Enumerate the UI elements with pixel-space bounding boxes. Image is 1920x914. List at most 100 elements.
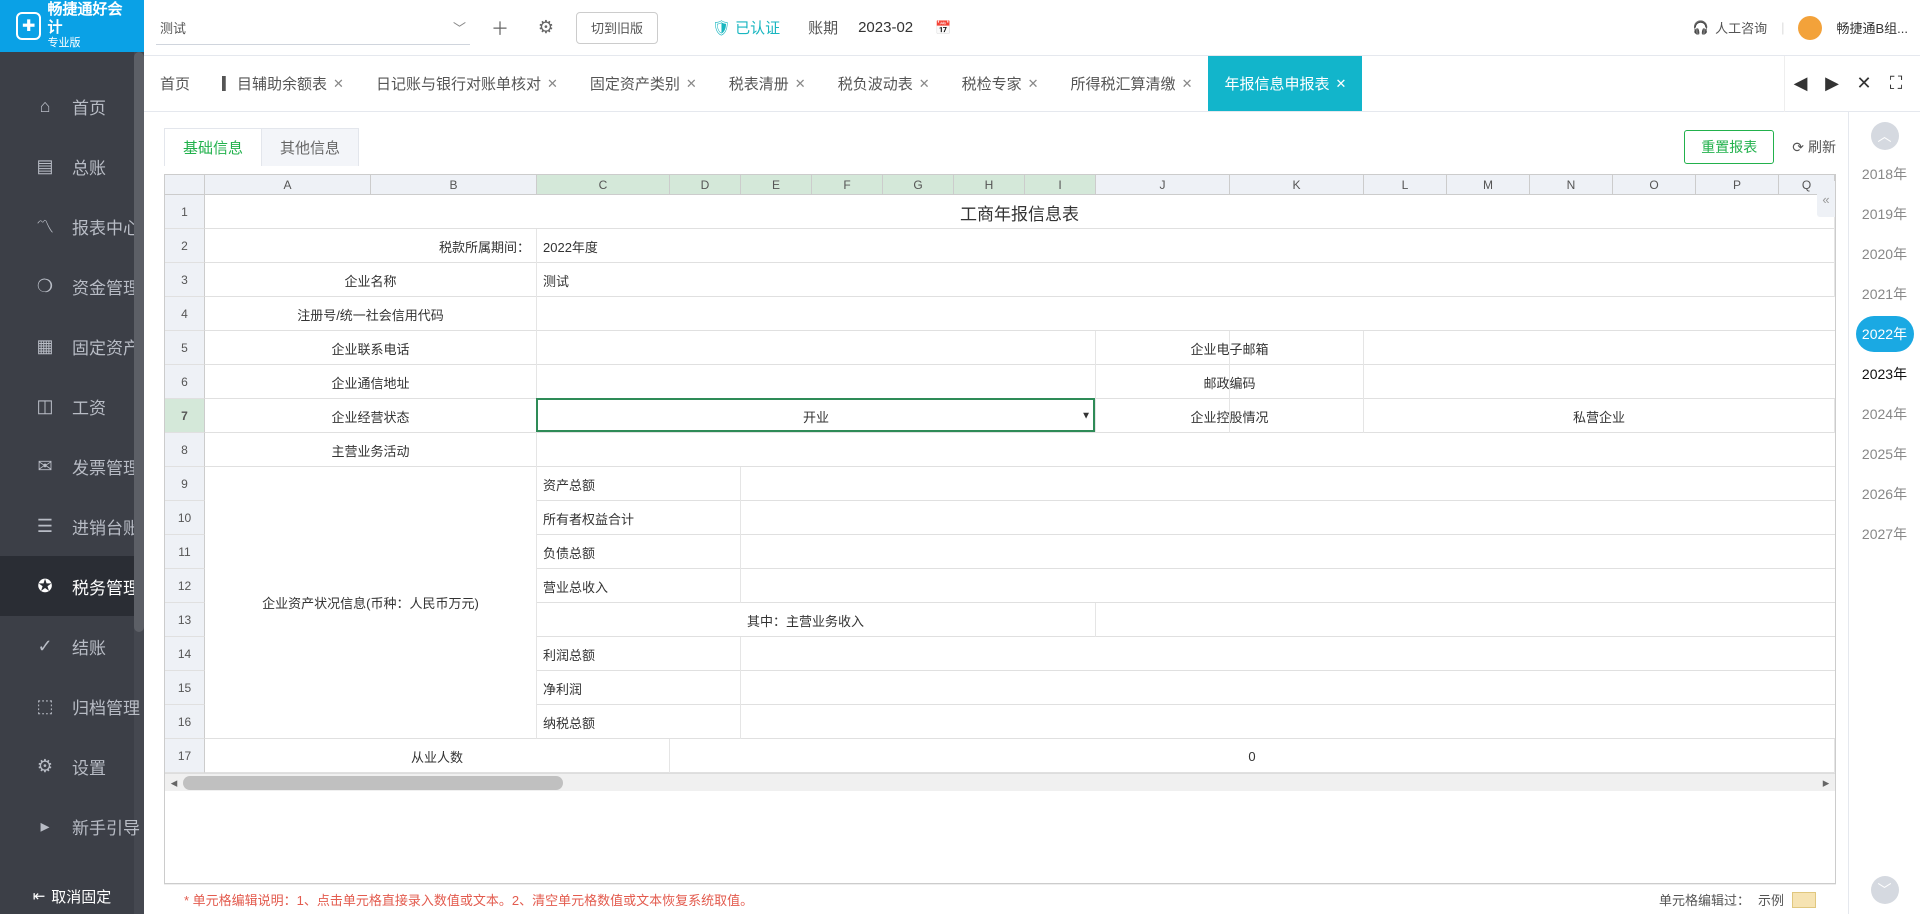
sidebar-item-0[interactable]: ⌂首页 (0, 76, 144, 136)
row-header-3[interactable]: 3 (165, 263, 205, 297)
cell[interactable]: 0 (670, 739, 1835, 773)
row-header-9[interactable]: 9 (165, 467, 205, 501)
cell[interactable]: 税款所属期间： (205, 229, 537, 263)
cell[interactable]: 负债总额 (537, 535, 741, 569)
col-header-C[interactable]: C (537, 175, 670, 194)
row-header-6[interactable]: 6 (165, 365, 205, 399)
sidebar-item-8[interactable]: ✪税务管理 (0, 556, 144, 616)
cell[interactable]: 工商年报信息表 (205, 195, 1835, 229)
sidebar-item-4[interactable]: ▦固定资产 (0, 316, 144, 376)
support-button[interactable]: 🎧 人工咨询 (1693, 18, 1767, 37)
cell[interactable]: 主营业务活动 (205, 433, 537, 467)
settings-icon[interactable]: ⚙ (530, 12, 562, 44)
year-item[interactable]: 2020年 (1856, 236, 1914, 272)
refresh-button[interactable]: ⟳ 刷新 (1792, 137, 1836, 157)
row-header-7[interactable]: 7 (165, 399, 205, 433)
year-down-button[interactable]: ﹀ (1871, 876, 1899, 904)
year-item[interactable]: 2022年 (1856, 316, 1914, 352)
cell[interactable]: 2022年度 (537, 229, 1835, 263)
cell[interactable]: 企业名称 (205, 263, 537, 297)
close-icon[interactable]: ✕ (547, 76, 558, 92)
sidebar-item-5[interactable]: ◫工资 (0, 376, 144, 436)
col-header-F[interactable]: F (812, 175, 883, 194)
dropdown-icon[interactable]: ▼ (1081, 411, 1091, 422)
sidebar-item-12[interactable]: ▸新手引导 (0, 796, 144, 856)
cell[interactable]: 纳税总额 (537, 705, 741, 739)
close-icon[interactable]: ✕ (1335, 76, 1346, 92)
col-header-O[interactable]: O (1613, 175, 1696, 194)
cell[interactable]: 其中：主营业务收入 (741, 603, 1096, 637)
tabs-close-button[interactable]: ✕ (1848, 56, 1880, 112)
cell[interactable]: 测试 (537, 263, 1835, 297)
year-item[interactable]: 2018年 (1856, 156, 1914, 192)
row-header-2[interactable]: 2 (165, 229, 205, 263)
cell[interactable]: 企业电子邮箱 (1096, 331, 1364, 365)
tab-5[interactable]: 税负波动表✕ (822, 56, 946, 111)
tab-6[interactable]: 税检专家✕ (946, 56, 1055, 111)
close-icon[interactable]: ✕ (795, 76, 806, 92)
row-header-1[interactable]: 1 (165, 195, 205, 229)
row-header-8[interactable]: 8 (165, 433, 205, 467)
sidebar-item-6[interactable]: ✉发票管理 (0, 436, 144, 496)
cell[interactable]: 营业总收入 (537, 569, 741, 603)
sheet-tab-0[interactable]: 基础信息 (165, 129, 262, 166)
avatar[interactable] (1798, 16, 1822, 40)
close-icon[interactable]: ✕ (1028, 76, 1039, 92)
cell[interactable]: 资产总额 (537, 467, 741, 501)
cell[interactable]: 企业经营状态 (205, 399, 537, 433)
calendar-icon[interactable]: 📅 (935, 20, 951, 36)
tabs-expand-button[interactable]: ⛶ (1880, 56, 1912, 112)
col-header-N[interactable]: N (1530, 175, 1613, 194)
sidebar-item-3[interactable]: ❍资金管理 (0, 256, 144, 316)
tab-3[interactable]: 固定资产类别✕ (574, 56, 713, 111)
company-selector[interactable]: 测试 ﹀ (156, 11, 470, 45)
row-header-14[interactable]: 14 (165, 637, 205, 671)
year-item[interactable]: 2026年 (1856, 476, 1914, 512)
col-header-A[interactable]: A (205, 175, 371, 194)
year-item[interactable]: 2019年 (1856, 196, 1914, 232)
tab-2[interactable]: 日记账与银行对账单核对✕ (360, 56, 574, 111)
row-header-4[interactable]: 4 (165, 297, 205, 331)
row-header-13[interactable]: 13 (165, 603, 205, 637)
sidebar-item-2[interactable]: 〽报表中心 (0, 196, 144, 256)
horizontal-scrollbar[interactable]: ◂ ▸ (165, 773, 1835, 791)
tab-4[interactable]: 税表清册✕ (713, 56, 822, 111)
row-header-5[interactable]: 5 (165, 331, 205, 365)
tabs-prev-button[interactable]: ◀ (1784, 56, 1816, 112)
collapse-year-panel-button[interactable]: « (1817, 181, 1835, 217)
col-header-P[interactable]: P (1696, 175, 1779, 194)
sidebar-item-9[interactable]: ✓结账 (0, 616, 144, 676)
cell[interactable]: 邮政编码 (1096, 365, 1364, 399)
col-header-H[interactable]: H (954, 175, 1025, 194)
cell[interactable]: 注册号/统一社会信用代码 (205, 297, 537, 331)
sidebar-item-7[interactable]: ☰进销台账 (0, 496, 144, 556)
cell[interactable]: 利润总额 (537, 637, 741, 671)
col-header-D[interactable]: D (670, 175, 741, 194)
sidebar-scrollbar[interactable] (134, 52, 144, 914)
unpin-button[interactable]: ⇤ 取消固定 (0, 878, 144, 914)
tab-0[interactable]: 首页 (144, 56, 206, 111)
col-header-G[interactable]: G (883, 175, 954, 194)
close-icon[interactable]: ✕ (1182, 76, 1193, 92)
row-header-10[interactable]: 10 (165, 501, 205, 535)
scroll-right-icon[interactable]: ▸ (1817, 774, 1835, 792)
user-name[interactable]: 畅捷通B组... (1836, 18, 1908, 37)
year-item[interactable]: 2021年 (1856, 276, 1914, 312)
col-header-M[interactable]: M (1447, 175, 1530, 194)
add-button[interactable]: ＋ (484, 12, 516, 44)
year-up-button[interactable]: ︿ (1871, 122, 1899, 150)
year-item[interactable]: 2023年 (1856, 356, 1914, 392)
tab-1[interactable]: ▎目辅助余额表✕ (206, 56, 360, 111)
cell[interactable]: 企业通信地址 (205, 365, 537, 399)
scroll-left-icon[interactable]: ◂ (165, 774, 183, 792)
sidebar-item-10[interactable]: ⬚归档管理 (0, 676, 144, 736)
col-header-K[interactable]: K (1230, 175, 1364, 194)
cell[interactable]: 私营企业 (1364, 399, 1835, 433)
col-header-E[interactable]: E (741, 175, 812, 194)
sidebar-item-11[interactable]: ⚙设置 (0, 736, 144, 796)
year-item[interactable]: 2027年 (1856, 516, 1914, 552)
scroll-thumb[interactable] (183, 776, 563, 790)
close-icon[interactable]: ✕ (919, 76, 930, 92)
reset-report-button[interactable]: 重置报表 (1684, 130, 1774, 164)
old-version-button[interactable]: 切到旧版 (576, 12, 658, 44)
